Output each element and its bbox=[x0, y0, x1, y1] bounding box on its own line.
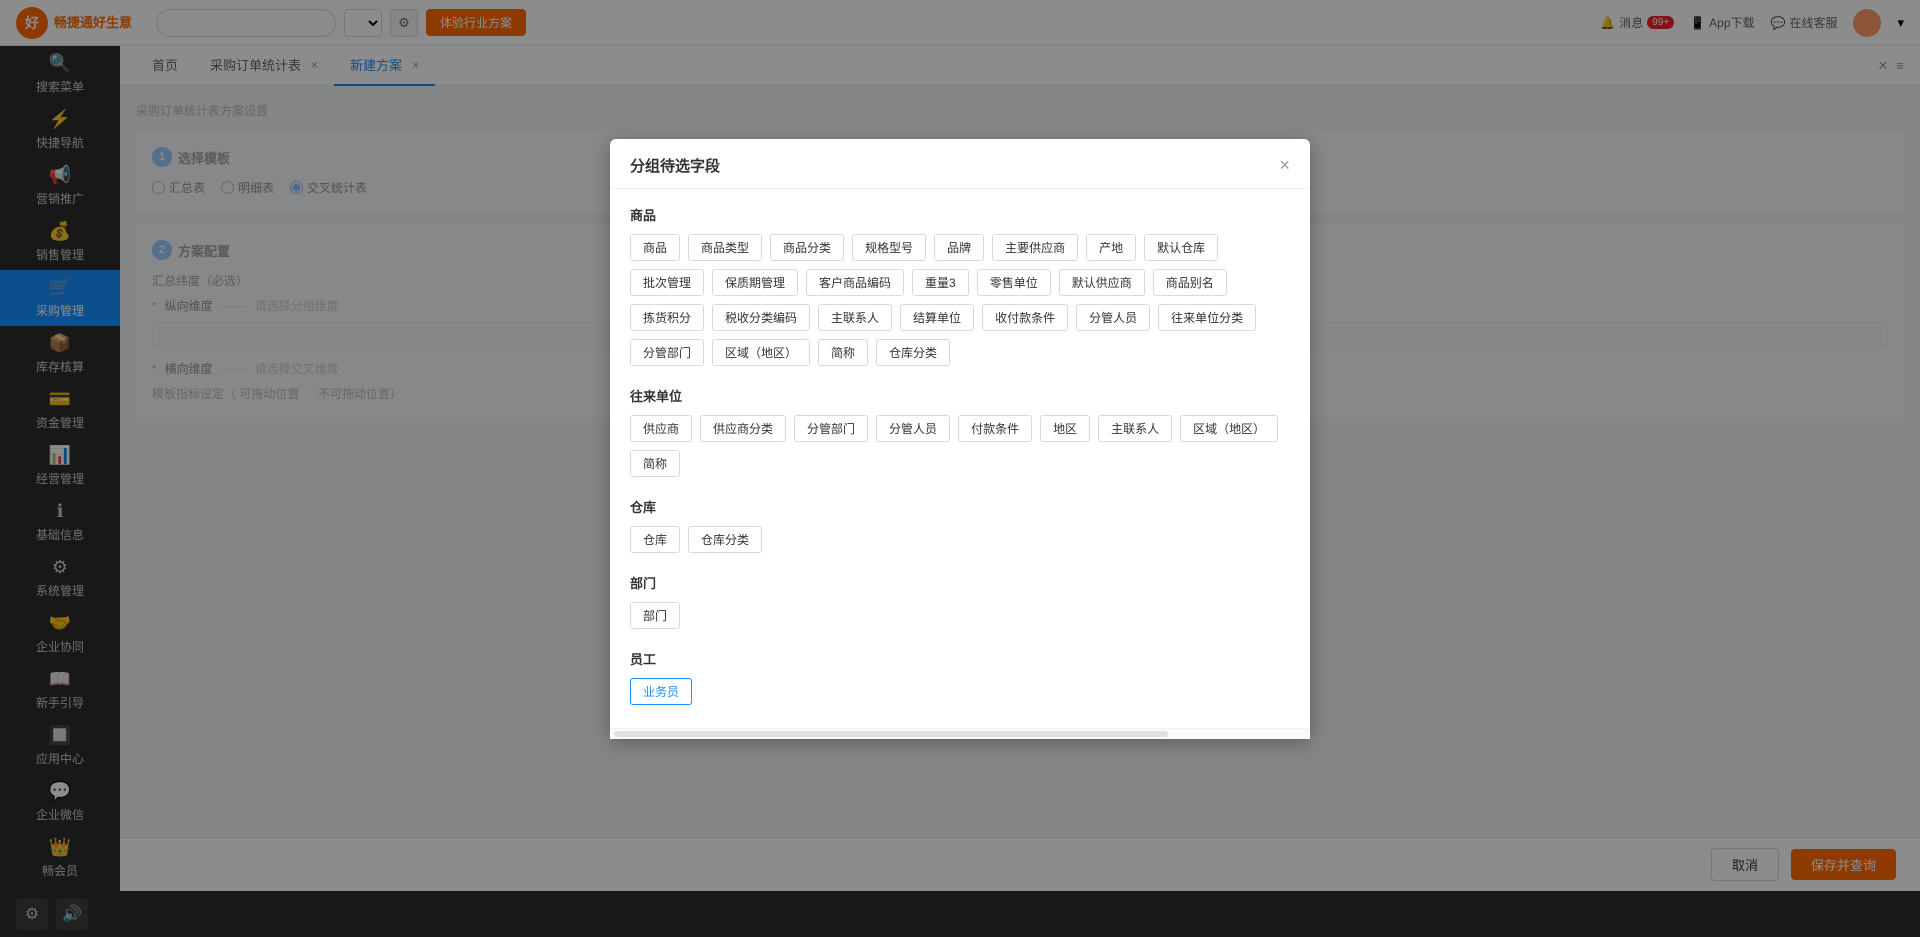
field-tag-manage-dept[interactable]: 分管部门 bbox=[794, 415, 868, 442]
field-tag-abbr2[interactable]: 简称 bbox=[630, 450, 680, 477]
section-partner-title: 往来单位 bbox=[630, 386, 1290, 405]
field-tag-main-supplier[interactable]: 主要供应商 bbox=[992, 234, 1078, 261]
section-product: 商品 商品 商品类型 商品分类 规格型号 品牌 主要供应商 产地 默认仓库 批次… bbox=[630, 205, 1290, 366]
field-tag-main-contact[interactable]: 主联系人 bbox=[818, 304, 892, 331]
section-dept-tags: 部门 bbox=[630, 602, 1290, 629]
field-tag-shelf-life[interactable]: 保质期管理 bbox=[712, 269, 798, 296]
field-tag-region2[interactable]: 区域（地区） bbox=[1180, 415, 1278, 442]
section-partner-tags: 供应商 供应商分类 分管部门 分管人员 付款条件 地区 主联系人 区域（地区） … bbox=[630, 415, 1290, 477]
field-tag-partner-category[interactable]: 往来单位分类 bbox=[1158, 304, 1256, 331]
section-employee-title: 员工 bbox=[630, 649, 1290, 668]
field-tag-warehouse-category[interactable]: 仓库分类 bbox=[876, 339, 950, 366]
field-tag-payment-terms[interactable]: 收付款条件 bbox=[982, 304, 1068, 331]
field-tag-manage-person[interactable]: 分管人员 bbox=[876, 415, 950, 442]
field-tag-batch-mgmt[interactable]: 批次管理 bbox=[630, 269, 704, 296]
field-tag-alias[interactable]: 商品别名 bbox=[1153, 269, 1227, 296]
field-tag-tax-code[interactable]: 税收分类编码 bbox=[712, 304, 810, 331]
section-product-tags: 商品 商品类型 商品分类 规格型号 品牌 主要供应商 产地 默认仓库 批次管理 … bbox=[630, 234, 1290, 366]
field-tag-supplier-category[interactable]: 供应商分类 bbox=[700, 415, 786, 442]
modal-title: 分组待选字段 bbox=[630, 155, 720, 176]
field-tag-department[interactable]: 部门 bbox=[630, 602, 680, 629]
field-tag-spec-model[interactable]: 规格型号 bbox=[852, 234, 926, 261]
section-dept-title: 部门 bbox=[630, 573, 1290, 592]
field-tag-settle-unit[interactable]: 结算单位 bbox=[900, 304, 974, 331]
field-tag-main-contact2[interactable]: 主联系人 bbox=[1098, 415, 1172, 442]
section-employee-tags: 业务员 bbox=[630, 678, 1290, 705]
section-partner: 往来单位 供应商 供应商分类 分管部门 分管人员 付款条件 地区 主联系人 区域… bbox=[630, 386, 1290, 477]
modal-hscroll[interactable] bbox=[610, 728, 1310, 738]
field-tag-payment-condition[interactable]: 付款条件 bbox=[958, 415, 1032, 442]
section-warehouse-title: 仓库 bbox=[630, 497, 1290, 516]
field-tag-warehouse-cat[interactable]: 仓库分类 bbox=[688, 526, 762, 553]
section-product-title: 商品 bbox=[630, 205, 1290, 224]
field-tag-pick-score[interactable]: 拣货积分 bbox=[630, 304, 704, 331]
field-tag-product-category[interactable]: 商品分类 bbox=[770, 234, 844, 261]
field-tag-product[interactable]: 商品 bbox=[630, 234, 680, 261]
field-tag-default-supplier[interactable]: 默认供应商 bbox=[1059, 269, 1145, 296]
section-warehouse-tags: 仓库 仓库分类 bbox=[630, 526, 1290, 553]
field-tag-brand[interactable]: 品牌 bbox=[934, 234, 984, 261]
field-tag-dept[interactable]: 分管部门 bbox=[630, 339, 704, 366]
field-tag-customer-code[interactable]: 客户商品编码 bbox=[806, 269, 904, 296]
field-tag-warehouse[interactable]: 仓库 bbox=[630, 526, 680, 553]
field-tag-origin[interactable]: 产地 bbox=[1086, 234, 1136, 261]
field-tag-default-warehouse[interactable]: 默认仓库 bbox=[1144, 234, 1218, 261]
field-tag-product-type[interactable]: 商品类型 bbox=[688, 234, 762, 261]
field-tag-supplier[interactable]: 供应商 bbox=[630, 415, 692, 442]
field-tag-weight3[interactable]: 重量3 bbox=[912, 269, 969, 296]
modal-body: 商品 商品 商品类型 商品分类 规格型号 品牌 主要供应商 产地 默认仓库 批次… bbox=[610, 189, 1310, 729]
field-tag-supervisor[interactable]: 分管人员 bbox=[1076, 304, 1150, 331]
field-tag-short-name[interactable]: 简称 bbox=[818, 339, 868, 366]
field-tag-salesperson[interactable]: 业务员 bbox=[630, 678, 692, 705]
section-dept: 部门 部门 bbox=[630, 573, 1290, 629]
section-employee: 员工 业务员 bbox=[630, 649, 1290, 705]
modal-header: 分组待选字段 × bbox=[610, 139, 1310, 189]
modal-hscroll-bar bbox=[614, 731, 1168, 737]
modal-close-button[interactable]: × bbox=[1279, 156, 1290, 174]
field-tag-area[interactable]: 地区 bbox=[1040, 415, 1090, 442]
field-tag-region[interactable]: 区域（地区） bbox=[712, 339, 810, 366]
field-tag-retail-unit[interactable]: 零售单位 bbox=[977, 269, 1051, 296]
field-select-modal: 分组待选字段 × 商品 商品 商品类型 商品分类 规格型号 品牌 主要供应商 产… bbox=[610, 139, 1310, 739]
section-warehouse: 仓库 仓库 仓库分类 bbox=[630, 497, 1290, 553]
